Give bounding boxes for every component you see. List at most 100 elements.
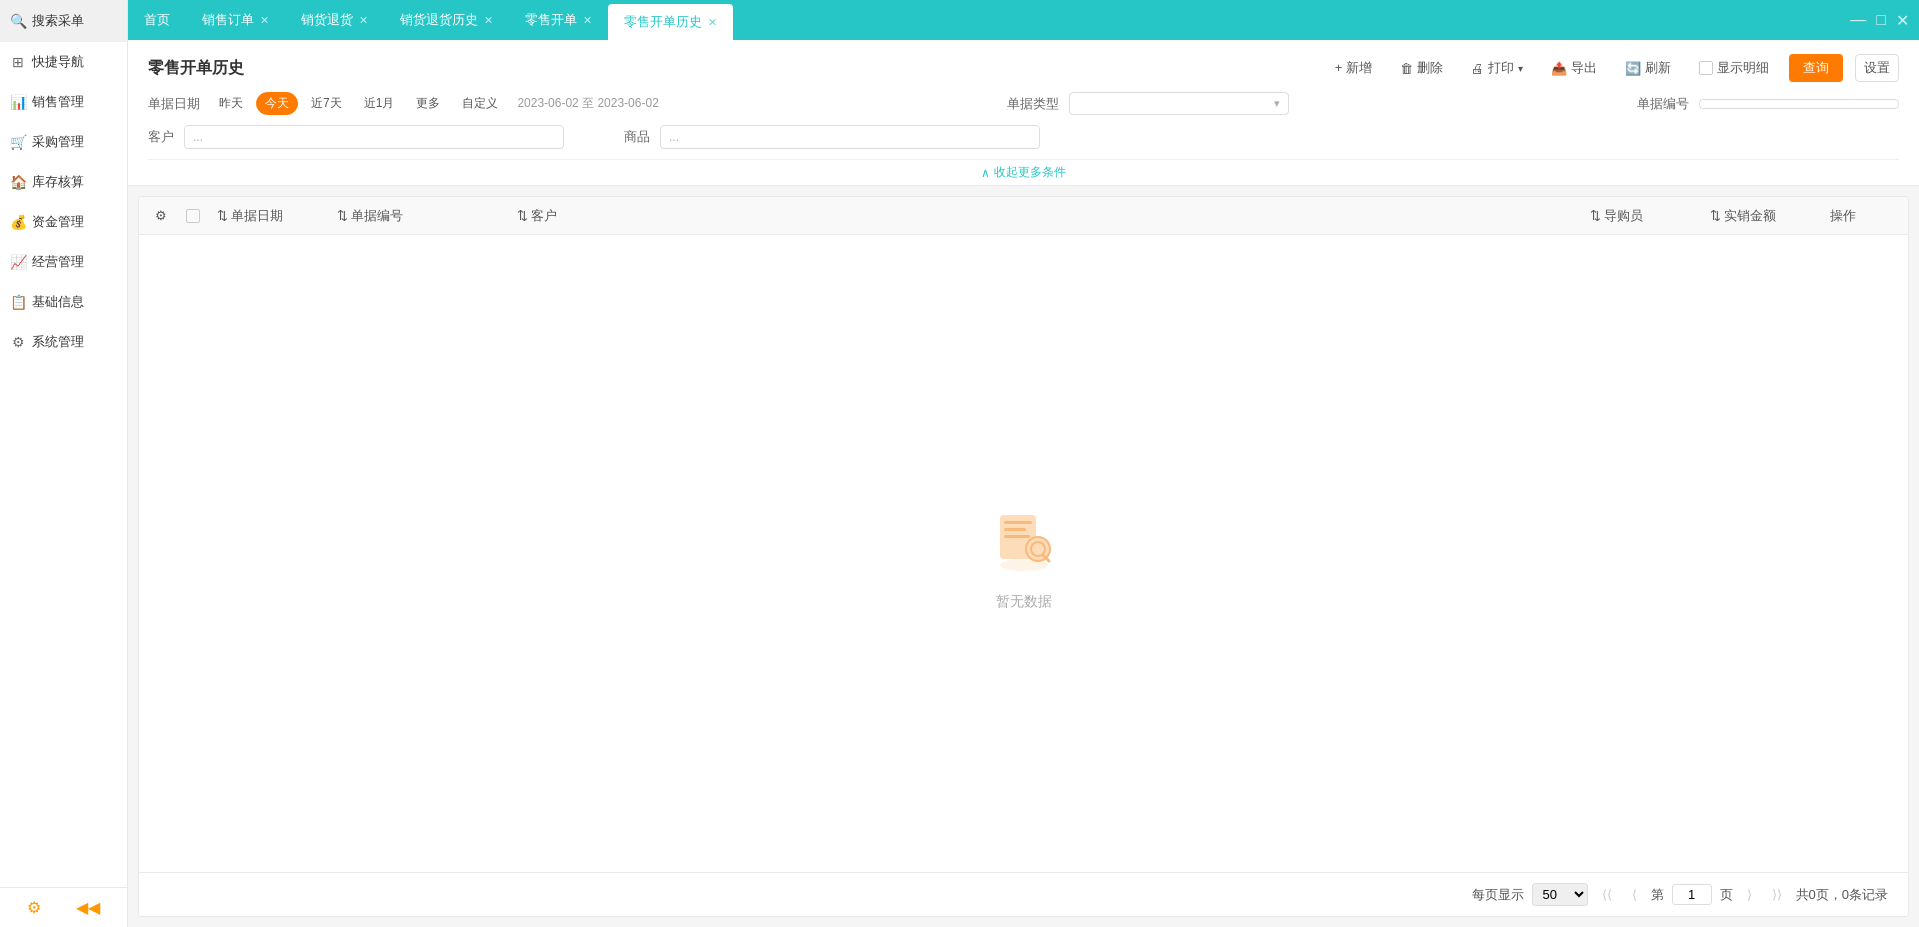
tab-sales-order-label: 销售订单 (202, 11, 254, 29)
sidebar-item-label: 快捷导航 (32, 53, 84, 71)
page-prev-button[interactable]: ⟨ (1626, 885, 1643, 904)
collapse-sidebar-button[interactable]: ◀◀ (76, 898, 100, 917)
number-filter-input[interactable] (1699, 99, 1899, 109)
page-next-button[interactable]: ⟩ (1741, 885, 1758, 904)
sidebar-item-label: 经营管理 (32, 253, 84, 271)
close-sales-return-icon[interactable]: ✕ (359, 14, 368, 27)
customer-filter-input[interactable]: ... (184, 125, 564, 149)
col-guide-sort-icon: ⇅ (1590, 208, 1601, 223)
col-customer[interactable]: ⇅ 客户 (509, 207, 1582, 225)
content-area: 零售开单历史 + 新增 🗑 删除 🖨 打印 ▾ 📤 (128, 40, 1919, 927)
page-first-button[interactable]: ⟨⟨ (1596, 885, 1618, 904)
goods-filter-input[interactable]: ... (660, 125, 1040, 149)
window-close-button[interactable]: ✕ (1896, 11, 1909, 30)
close-sales-return-history-icon[interactable]: ✕ (484, 14, 493, 27)
col-action-label: 操作 (1830, 207, 1856, 225)
add-button[interactable]: + 新增 (1327, 55, 1380, 81)
print-button[interactable]: 🖨 打印 ▾ (1463, 55, 1531, 81)
col-guide[interactable]: ⇅ 导购员 (1582, 207, 1702, 225)
print-dropdown-icon: ▾ (1518, 63, 1523, 74)
date-today-button[interactable]: 今天 (256, 92, 298, 115)
search-icon: 🔍 (10, 13, 26, 29)
settings-button[interactable]: 设置 (1855, 54, 1899, 82)
pagination: 每页显示 50 100 200 ⟨⟨ ⟨ 第 页 ⟩ ⟩⟩ 共0页，0条记录 (139, 872, 1908, 916)
tab-retail-open[interactable]: 零售开单 ✕ (509, 0, 608, 40)
sidebar-item-sales-mgmt[interactable]: 📊 销售管理 (0, 82, 127, 122)
close-sales-order-icon[interactable]: ✕ (260, 14, 269, 27)
sidebar-search[interactable]: 🔍 搜索采单 (0, 0, 127, 42)
col-date[interactable]: ⇅ 单据日期 (209, 207, 329, 225)
table-container: ⚙ ⇅ 单据日期 ⇅ 单据编号 ⇅ 客户 ⇅ 导购员 (138, 196, 1909, 917)
svg-rect-4 (1004, 535, 1030, 538)
sidebar-item-label: 资金管理 (32, 213, 84, 231)
date-7days-button[interactable]: 近7天 (302, 92, 351, 115)
delete-button[interactable]: 🗑 删除 (1392, 55, 1451, 81)
sales-mgmt-icon: 📊 (10, 94, 26, 110)
date-more-button[interactable]: 更多 (407, 92, 449, 115)
tab-home[interactable]: 首页 (128, 0, 186, 40)
tab-retail-open-history[interactable]: 零售开单历史 ✕ (608, 4, 733, 40)
display-detail-checkbox[interactable] (1699, 61, 1713, 75)
top-nav: 首页 销售订单 ✕ 销货退货 ✕ 销货退货历史 ✕ 零售开单 ✕ 零售开单历史 … (128, 0, 1919, 40)
export-button[interactable]: 📤 导出 (1543, 55, 1605, 81)
type-filter-select[interactable]: ▾ (1069, 92, 1289, 115)
query-button[interactable]: 查询 (1789, 54, 1843, 82)
page-suffix: 页 (1720, 886, 1733, 904)
sidebar-bottom: ⚙ ◀◀ (0, 887, 127, 927)
page-number-input[interactable] (1672, 884, 1712, 905)
sidebar-item-operations[interactable]: 📈 经营管理 (0, 242, 127, 282)
sidebar-item-purchase-mgmt[interactable]: 🛒 采购管理 (0, 122, 127, 162)
table-check-all[interactable] (177, 209, 209, 223)
close-retail-open-icon[interactable]: ✕ (583, 14, 592, 27)
toolbar: + 新增 🗑 删除 🖨 打印 ▾ 📤 导出 (1327, 54, 1899, 82)
window-minimize-button[interactable]: — (1850, 11, 1866, 29)
settings-gear-button[interactable]: ⚙ (27, 898, 41, 917)
col-customer-sort-icon: ⇅ (517, 208, 528, 223)
filter-row-2: 客户 ... 商品 ... (148, 125, 1899, 149)
quick-nav-icon: ⊞ (10, 54, 26, 70)
table-settings-icon[interactable]: ⚙ (145, 208, 177, 223)
tab-home-label: 首页 (144, 11, 170, 29)
col-number-sort-icon: ⇅ (337, 208, 348, 223)
number-filter-label: 单据编号 (1637, 95, 1689, 113)
close-retail-open-history-icon[interactable]: ✕ (708, 16, 717, 29)
per-page-select[interactable]: 50 100 200 (1532, 883, 1588, 906)
tab-sales-return-label: 销货退货 (301, 11, 353, 29)
date-range-display: 2023-06-02 至 2023-06-02 (517, 95, 658, 112)
col-customer-label: 客户 (531, 207, 557, 225)
collapse-filter-label: 收起更多条件 (994, 164, 1066, 181)
sidebar-item-sys-mgmt[interactable]: ⚙ 系统管理 (0, 322, 127, 362)
tab-sales-order[interactable]: 销售订单 ✕ (186, 0, 285, 40)
refresh-button[interactable]: 🔄 刷新 (1617, 55, 1679, 81)
sidebar-item-quick-nav[interactable]: ⊞ 快捷导航 (0, 42, 127, 82)
col-date-label: 单据日期 (231, 207, 283, 225)
tab-sales-return[interactable]: 销货退货 ✕ (285, 0, 384, 40)
col-action: 操作 (1822, 207, 1902, 225)
svg-rect-2 (1004, 521, 1032, 524)
sidebar-search-label: 搜索采单 (32, 12, 84, 30)
check-all-checkbox[interactable] (186, 209, 200, 223)
export-label: 导出 (1571, 59, 1597, 77)
print-label: 打印 (1488, 59, 1514, 77)
window-maximize-button[interactable]: □ (1876, 11, 1886, 29)
page-last-button[interactable]: ⟩⟩ (1766, 885, 1788, 904)
page-label: 第 (1651, 886, 1664, 904)
delete-label: 删除 (1417, 59, 1443, 77)
sidebar-item-finance[interactable]: 💰 资金管理 (0, 202, 127, 242)
purchase-mgmt-icon: 🛒 (10, 134, 26, 150)
sidebar: 🔍 搜索采单 ⊞ 快捷导航 📊 销售管理 🛒 采购管理 🏠 库存核算 💰 资金管… (0, 0, 128, 927)
collapse-filter-button[interactable]: ∧ 收起更多条件 (148, 159, 1899, 185)
col-number[interactable]: ⇅ 单据编号 (329, 207, 509, 225)
display-detail-button[interactable]: 显示明细 (1691, 55, 1777, 81)
goods-filter-label: 商品 (624, 128, 650, 146)
display-detail-label: 显示明细 (1717, 59, 1769, 77)
sidebar-item-basic-info[interactable]: 📋 基础信息 (0, 282, 127, 322)
tab-sales-return-history[interactable]: 销货退货历史 ✕ (384, 0, 509, 40)
refresh-label: 刷新 (1645, 59, 1671, 77)
date-yesterday-button[interactable]: 昨天 (210, 92, 252, 115)
tab-retail-open-label: 零售开单 (525, 11, 577, 29)
date-custom-button[interactable]: 自定义 (453, 92, 507, 115)
sidebar-item-inventory[interactable]: 🏠 库存核算 (0, 162, 127, 202)
date-1month-button[interactable]: 近1月 (355, 92, 404, 115)
col-amount[interactable]: ⇅ 实销金额 (1702, 207, 1822, 225)
